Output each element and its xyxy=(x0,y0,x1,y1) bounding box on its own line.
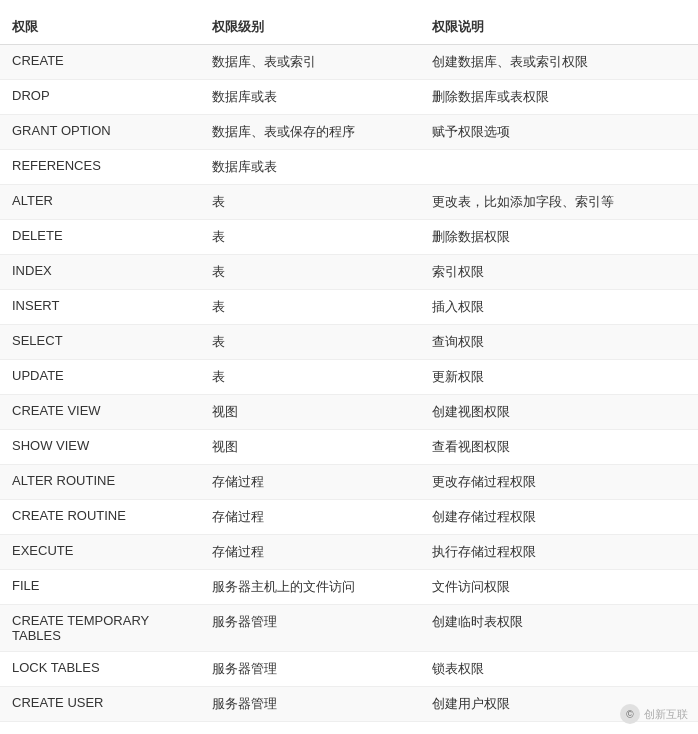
cell-level: 表 xyxy=(200,220,420,255)
cell-privilege: INDEX xyxy=(0,255,200,290)
table-row: CREATE USER服务器管理创建用户权限 xyxy=(0,687,698,722)
table-row: UPDATE表更新权限 xyxy=(0,360,698,395)
cell-level: 存储过程 xyxy=(200,465,420,500)
cell-privilege: SELECT xyxy=(0,325,200,360)
cell-level: 服务器管理 xyxy=(200,605,420,652)
watermark-text: 创新互联 xyxy=(644,707,688,722)
table-row: EXECUTE存储过程执行存储过程权限 xyxy=(0,535,698,570)
cell-level: 表 xyxy=(200,360,420,395)
cell-level: 视图 xyxy=(200,430,420,465)
cell-level: 服务器主机上的文件访问 xyxy=(200,570,420,605)
table-row: INDEX表索引权限 xyxy=(0,255,698,290)
cell-description: 更改存储过程权限 xyxy=(420,465,698,500)
cell-level: 数据库、表或保存的程序 xyxy=(200,115,420,150)
cell-privilege: ALTER ROUTINE xyxy=(0,465,200,500)
cell-privilege: CREATE USER xyxy=(0,687,200,722)
table-header-row: 权限 权限级别 权限说明 xyxy=(0,10,698,45)
cell-description: 查看视图权限 xyxy=(420,430,698,465)
cell-privilege: CREATE xyxy=(0,45,200,80)
cell-description: 创建数据库、表或索引权限 xyxy=(420,45,698,80)
cell-description: 删除数据库或表权限 xyxy=(420,80,698,115)
table-row: DROP数据库或表删除数据库或表权限 xyxy=(0,80,698,115)
cell-privilege: GRANT OPTION xyxy=(0,115,200,150)
table-row: LOCK TABLES服务器管理锁表权限 xyxy=(0,652,698,687)
cell-privilege: CREATE ROUTINE xyxy=(0,500,200,535)
cell-description: 创建存储过程权限 xyxy=(420,500,698,535)
cell-privilege: UPDATE xyxy=(0,360,200,395)
cell-level: 服务器管理 xyxy=(200,652,420,687)
table-row: INSERT表插入权限 xyxy=(0,290,698,325)
cell-description: 创建视图权限 xyxy=(420,395,698,430)
cell-privilege: CREATE VIEW xyxy=(0,395,200,430)
watermark-icon: © xyxy=(620,704,640,724)
cell-description: 创建临时表权限 xyxy=(420,605,698,652)
cell-description: 索引权限 xyxy=(420,255,698,290)
cell-level: 表 xyxy=(200,185,420,220)
cell-privilege: INSERT xyxy=(0,290,200,325)
cell-level: 表 xyxy=(200,325,420,360)
cell-privilege: DELETE xyxy=(0,220,200,255)
cell-description: 执行存储过程权限 xyxy=(420,535,698,570)
cell-level: 存储过程 xyxy=(200,500,420,535)
cell-description: 赋予权限选项 xyxy=(420,115,698,150)
header-level: 权限级别 xyxy=(200,10,420,45)
header-description: 权限说明 xyxy=(420,10,698,45)
cell-description: 查询权限 xyxy=(420,325,698,360)
cell-level: 存储过程 xyxy=(200,535,420,570)
cell-privilege: SHOW VIEW xyxy=(0,430,200,465)
watermark: © 创新互联 xyxy=(620,704,688,724)
cell-description: 删除数据权限 xyxy=(420,220,698,255)
cell-description: 更新权限 xyxy=(420,360,698,395)
cell-level: 数据库或表 xyxy=(200,150,420,185)
cell-description: 插入权限 xyxy=(420,290,698,325)
cell-privilege: FILE xyxy=(0,570,200,605)
cell-privilege: REFERENCES xyxy=(0,150,200,185)
cell-level: 表 xyxy=(200,290,420,325)
cell-description: 锁表权限 xyxy=(420,652,698,687)
cell-privilege: LOCK TABLES xyxy=(0,652,200,687)
table-row: FILE服务器主机上的文件访问文件访问权限 xyxy=(0,570,698,605)
cell-privilege: EXECUTE xyxy=(0,535,200,570)
cell-level: 数据库、表或索引 xyxy=(200,45,420,80)
table-row: REFERENCES数据库或表 xyxy=(0,150,698,185)
cell-level: 视图 xyxy=(200,395,420,430)
cell-privilege: CREATE TEMPORARY TABLES xyxy=(0,605,200,652)
table-row: CREATE TEMPORARY TABLES服务器管理创建临时表权限 xyxy=(0,605,698,652)
table-row: CREATE数据库、表或索引创建数据库、表或索引权限 xyxy=(0,45,698,80)
cell-level: 数据库或表 xyxy=(200,80,420,115)
table-row: CREATE ROUTINE存储过程创建存储过程权限 xyxy=(0,500,698,535)
table-row: GRANT OPTION数据库、表或保存的程序赋予权限选项 xyxy=(0,115,698,150)
table-row: CREATE VIEW视图创建视图权限 xyxy=(0,395,698,430)
table-row: ALTER表更改表，比如添加字段、索引等 xyxy=(0,185,698,220)
privileges-table-container: 权限 权限级别 权限说明 CREATE数据库、表或索引创建数据库、表或索引权限D… xyxy=(0,0,698,732)
cell-level: 表 xyxy=(200,255,420,290)
table-row: DELETE表删除数据权限 xyxy=(0,220,698,255)
cell-description: 更改表，比如添加字段、索引等 xyxy=(420,185,698,220)
cell-description xyxy=(420,150,698,185)
cell-privilege: ALTER xyxy=(0,185,200,220)
table-row: SHOW VIEW视图查看视图权限 xyxy=(0,430,698,465)
cell-privilege: DROP xyxy=(0,80,200,115)
table-row: ALTER ROUTINE存储过程更改存储过程权限 xyxy=(0,465,698,500)
cell-level: 服务器管理 xyxy=(200,687,420,722)
header-privilege: 权限 xyxy=(0,10,200,45)
cell-description: 文件访问权限 xyxy=(420,570,698,605)
table-body: CREATE数据库、表或索引创建数据库、表或索引权限DROP数据库或表删除数据库… xyxy=(0,45,698,722)
privileges-table: 权限 权限级别 权限说明 CREATE数据库、表或索引创建数据库、表或索引权限D… xyxy=(0,10,698,722)
table-row: SELECT表查询权限 xyxy=(0,325,698,360)
